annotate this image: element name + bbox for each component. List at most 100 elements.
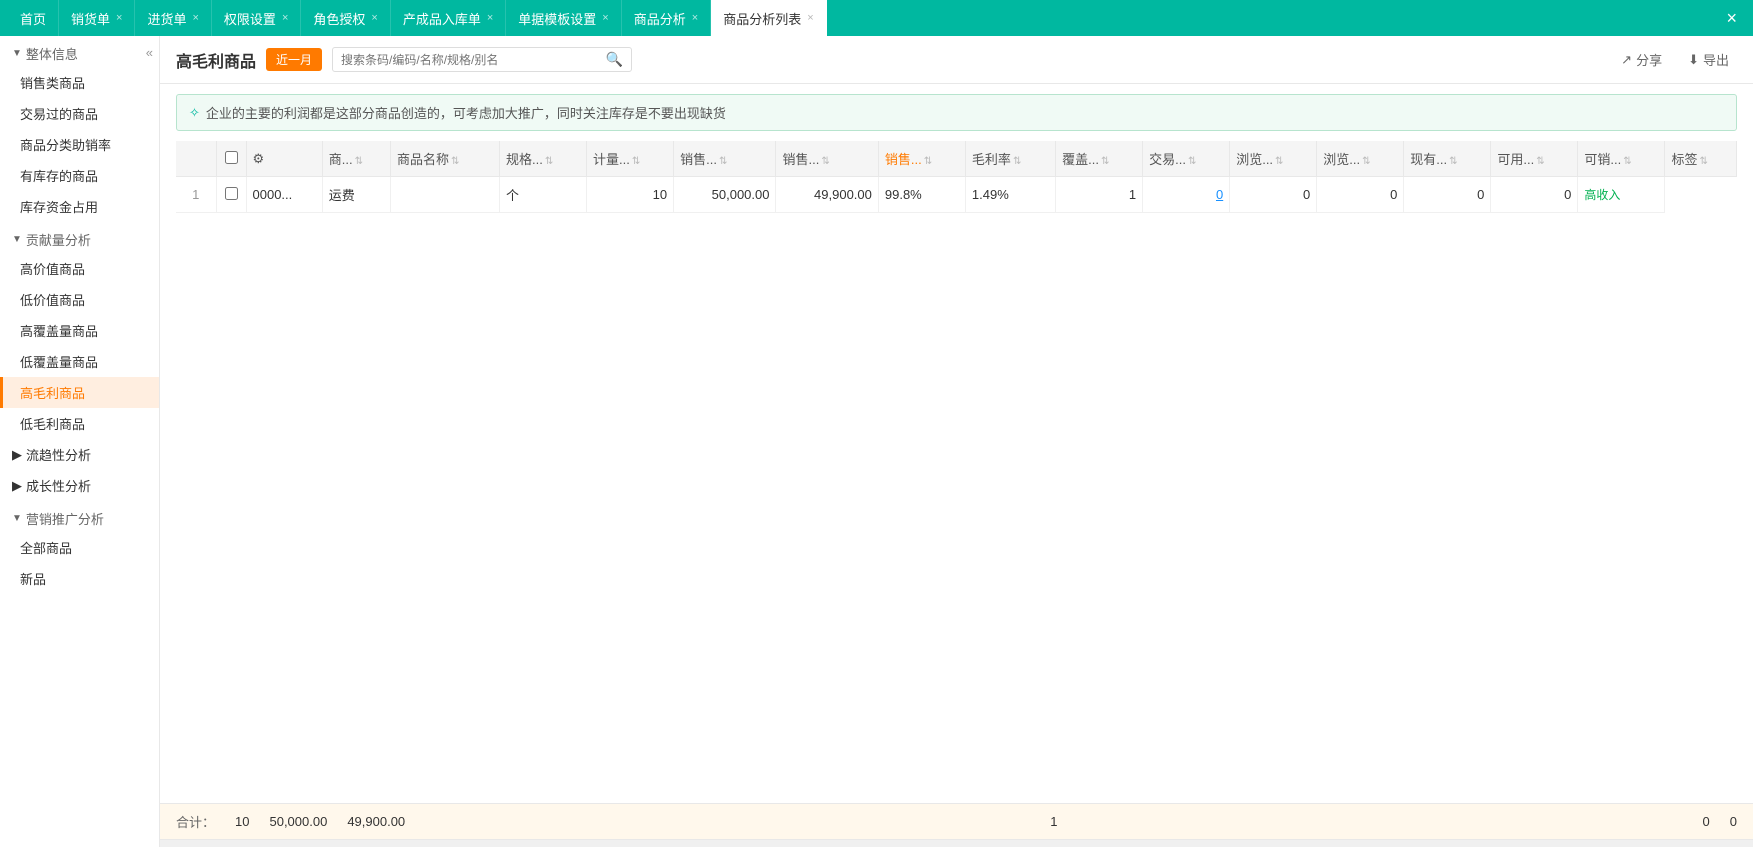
col-stock2[interactable]: 可用...⇅ (1491, 141, 1578, 177)
nav-tab-analysis-list[interactable]: 商品分析列表 × (711, 0, 826, 36)
sidebar-item-low-coverage[interactable]: 低覆盖量商品 (0, 346, 159, 377)
cell-stock2: 0 (1404, 177, 1491, 213)
sidebar-item-sales-goods[interactable]: 销售类商品 (0, 67, 159, 98)
group-arrow-marketing: ▼ (12, 513, 22, 524)
close-role-tab[interactable]: × (371, 12, 377, 24)
footer-trade: 1 (1050, 814, 1057, 829)
close-inventory-tab[interactable]: × (487, 12, 493, 24)
cell-browse2: 0 (1230, 177, 1317, 213)
cell-rownum: 1 (176, 177, 216, 213)
sidebar-item-all-goods[interactable]: 全部商品 (0, 532, 159, 563)
cell-unit: 个 (500, 177, 587, 213)
nav-tab-home[interactable]: 首页 (8, 0, 59, 36)
cell-spec (391, 177, 500, 213)
sidebar-item-stock-capital[interactable]: 库存资金占用 (0, 191, 159, 222)
footer-stock2: 0 (1730, 814, 1737, 829)
group-arrow-trend: ▶ (12, 447, 22, 463)
info-banner: ✧ 企业的主要的利润都是这部分商品创造的，可考虑加大推广，同时关注库存是不要出现… (176, 94, 1737, 131)
sidebar-group-trend[interactable]: ▶ 流趋性分析 (0, 439, 159, 470)
export-button[interactable]: ⬇ 导出 (1680, 46, 1737, 73)
filter-period-button[interactable]: 近一月 (266, 48, 322, 71)
settings-icon: ⚙ (253, 151, 265, 166)
cell-stock1: 0 (1317, 177, 1404, 213)
col-stock3[interactable]: 可销...⇅ (1578, 141, 1665, 177)
col-code[interactable]: 商...⇅ (322, 141, 390, 177)
sidebar-item-in-stock[interactable]: 有库存的商品 (0, 160, 159, 191)
nav-tab-template[interactable]: 单据模板设置 × (506, 0, 621, 36)
nav-tab-inventory[interactable]: 产成品入库单 × (391, 0, 506, 36)
col-unit[interactable]: 计量...⇅ (587, 141, 674, 177)
col-trade[interactable]: 交易...⇅ (1143, 141, 1230, 177)
footer-label: 合计： (176, 812, 215, 831)
close-analysis-tab[interactable]: × (692, 12, 698, 24)
col-gross-rate[interactable]: 毛利率⇅ (965, 141, 1055, 177)
content-panel: 高毛利商品 近一月 🔍 ↗ 分享 ⬇ 导出 ✧ 企业的主要的利润都是这部分商品创… (160, 36, 1753, 847)
nav-tab-analysis[interactable]: 商品分析 × (622, 0, 711, 36)
select-all-checkbox[interactable] (225, 151, 238, 164)
cell-sales3: 49,900.00 (776, 177, 878, 213)
search-icon[interactable]: 🔍 (606, 51, 623, 68)
col-tag[interactable]: 标签⇅ (1665, 141, 1737, 177)
sidebar-group-growth[interactable]: ▶ 成长性分析 (0, 470, 159, 501)
share-icon: ↗ (1621, 52, 1632, 68)
sidebar-item-low-margin[interactable]: 低毛利商品 (0, 408, 159, 439)
page-title: 高毛利商品 (176, 48, 256, 72)
sidebar-group-overview[interactable]: ▼ 整体信息 (0, 36, 159, 67)
close-sales-tab[interactable]: × (116, 12, 122, 24)
sidebar-collapse-button[interactable]: « (146, 44, 153, 62)
footer-totals: 合计： 10 50,000.00 49,900.00 1 0 0 (160, 803, 1753, 839)
nav-tab-sales[interactable]: 销货单 × (59, 0, 135, 36)
sidebar-group-contribution[interactable]: ▼ 贡献量分析 (0, 222, 159, 253)
sidebar-item-high-value[interactable]: 高价值商品 (0, 253, 159, 284)
sidebar-item-high-coverage[interactable]: 高覆盖量商品 (0, 315, 159, 346)
cell-name: 运费 (322, 177, 390, 213)
col-coverage[interactable]: 覆盖...⇅ (1056, 141, 1143, 177)
cell-trade: 1 (1056, 177, 1143, 213)
col-checkbox[interactable] (216, 141, 246, 177)
footer-sales3: 49,900.00 (347, 814, 405, 829)
sidebar-item-category-sales-rate[interactable]: 商品分类助销率 (0, 129, 159, 160)
share-button[interactable]: ↗ 分享 (1613, 46, 1670, 73)
group-arrow-overview: ▼ (12, 48, 22, 59)
cell-sales1: 10 (587, 177, 674, 213)
col-name[interactable]: 商品名称⇅ (391, 141, 500, 177)
nav-tab-role[interactable]: 角色授权 × (301, 0, 390, 36)
col-spec[interactable]: 规格...⇅ (500, 141, 587, 177)
main-area: « ▼ 整体信息 销售类商品 交易过的商品 商品分类助销率 有库存的商品 库存资… (0, 36, 1753, 847)
content-header: 高毛利商品 近一月 🔍 ↗ 分享 ⬇ 导出 (160, 36, 1753, 84)
col-settings[interactable]: ⚙ (246, 141, 322, 177)
close-template-tab[interactable]: × (602, 12, 608, 24)
search-input[interactable] (341, 53, 606, 67)
close-analysis-list-tab[interactable]: × (807, 12, 813, 24)
group-arrow-growth: ▶ (12, 478, 22, 494)
data-table: ⚙ 商...⇅ 商品名称⇅ 规格...⇅ 计量...⇅ 销售...⇅ 销售...… (176, 141, 1737, 213)
table-row: 1 0000... 运费 个 10 50,000.00 49,900.00 99… (176, 177, 1737, 213)
sidebar-group-marketing[interactable]: ▼ 营销推广分析 (0, 501, 159, 532)
group-arrow-contribution: ▼ (12, 234, 22, 245)
sidebar-item-low-value[interactable]: 低价值商品 (0, 284, 159, 315)
horizontal-scrollbar[interactable] (160, 839, 1753, 847)
search-box: 🔍 (332, 47, 632, 72)
cell-sales2: 50,000.00 (674, 177, 776, 213)
sidebar-item-high-margin[interactable]: 高毛利商品 (0, 377, 159, 408)
cell-checkbox[interactable] (216, 177, 246, 213)
nav-tab-purchase[interactable]: 进货单 × (135, 0, 211, 36)
export-icon: ⬇ (1688, 52, 1699, 68)
info-icon: ✧ (189, 105, 200, 121)
col-stock1[interactable]: 现有...⇅ (1404, 141, 1491, 177)
cell-browse1[interactable]: 0 (1143, 177, 1230, 213)
sidebar-item-new-goods[interactable]: 新品 (0, 563, 159, 594)
col-sales3[interactable]: 销售...⇅ (878, 141, 965, 177)
footer-sales2: 50,000.00 (269, 814, 327, 829)
col-sales1[interactable]: 销售...⇅ (674, 141, 776, 177)
row-checkbox[interactable] (225, 187, 238, 200)
sidebar-item-traded-goods[interactable]: 交易过的商品 (0, 98, 159, 129)
col-browse1[interactable]: 浏览...⇅ (1230, 141, 1317, 177)
window-close-button[interactable]: × (1718, 8, 1745, 29)
nav-tab-permission[interactable]: 权限设置 × (212, 0, 301, 36)
col-sales2[interactable]: 销售...⇅ (776, 141, 878, 177)
cell-stock3: 0 (1491, 177, 1578, 213)
close-permission-tab[interactable]: × (282, 12, 288, 24)
close-purchase-tab[interactable]: × (192, 12, 198, 24)
col-browse2[interactable]: 浏览...⇅ (1317, 141, 1404, 177)
